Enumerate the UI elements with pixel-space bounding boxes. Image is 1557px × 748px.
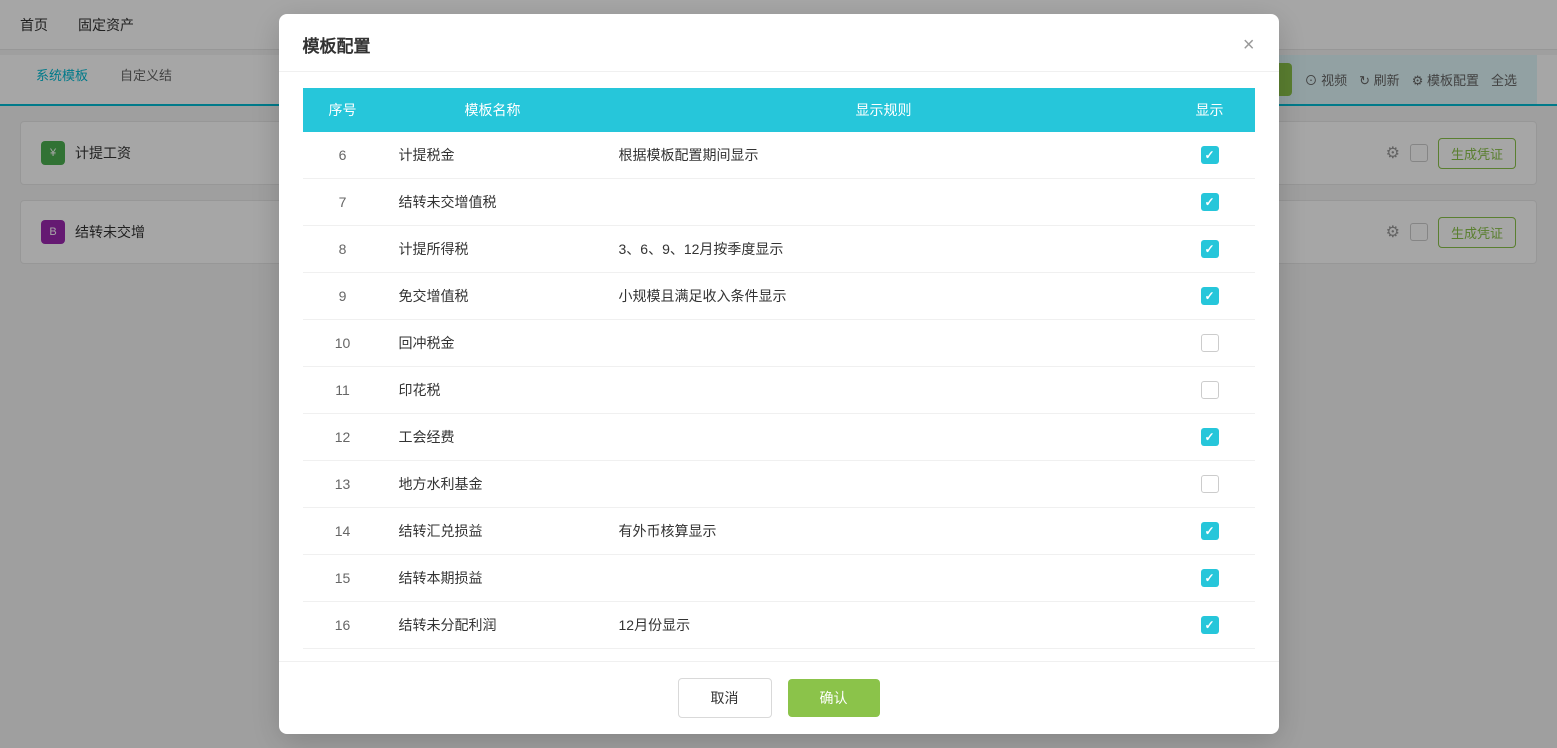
table-row: 9免交增值税小规模且满足收入条件显示 xyxy=(303,273,1255,320)
cell-name: 计提税金 xyxy=(383,132,603,179)
cell-checkbox xyxy=(1165,179,1255,226)
cell-checkbox xyxy=(1165,273,1255,320)
cell-name: 结转未交增值税 xyxy=(383,179,603,226)
cell-no: 6 xyxy=(303,132,383,179)
cell-name: 工会经费 xyxy=(383,414,603,461)
cell-no: 10 xyxy=(303,320,383,367)
cell-checkbox xyxy=(1165,132,1255,179)
cell-rule: 小规模且满足收入条件显示 xyxy=(603,273,1165,320)
cell-no: 9 xyxy=(303,273,383,320)
cell-checkbox xyxy=(1165,461,1255,508)
cell-no: 12 xyxy=(303,414,383,461)
table-row: 16结转未分配利润12月份显示 xyxy=(303,602,1255,649)
confirm-button[interactable]: 确认 xyxy=(788,679,880,717)
cell-name: 地方水利基金 xyxy=(383,461,603,508)
cell-rule xyxy=(603,414,1165,461)
cell-name: 结转未分配利润 xyxy=(383,602,603,649)
modal-footer: 取消 确认 xyxy=(279,661,1279,734)
modal-body: 序号 模板名称 显示规则 显示 6计提税金根据模板配置期间显示7结转未交增值税8… xyxy=(279,72,1279,661)
checkbox-checked[interactable] xyxy=(1201,569,1219,587)
cell-no: 7 xyxy=(303,179,383,226)
modal-overlay: 模板配置 × 序号 模板名称 显示规则 显示 6计提税金根据模板配置期间显示7结… xyxy=(0,0,1557,748)
cell-rule xyxy=(603,367,1165,414)
col-header-name: 模板名称 xyxy=(383,88,603,132)
cell-rule xyxy=(603,461,1165,508)
config-table: 序号 模板名称 显示规则 显示 6计提税金根据模板配置期间显示7结转未交增值税8… xyxy=(303,88,1255,649)
checkbox-unchecked[interactable] xyxy=(1201,381,1219,399)
table-row: 6计提税金根据模板配置期间显示 xyxy=(303,132,1255,179)
cell-rule xyxy=(603,320,1165,367)
modal-title: 模板配置 xyxy=(303,32,371,57)
cell-checkbox xyxy=(1165,602,1255,649)
table-row: 15结转本期损益 xyxy=(303,555,1255,602)
cell-no: 13 xyxy=(303,461,383,508)
cell-name: 印花税 xyxy=(383,367,603,414)
cell-rule: 3、6、9、12月按季度显示 xyxy=(603,226,1165,273)
cell-no: 8 xyxy=(303,226,383,273)
modal-template-config: 模板配置 × 序号 模板名称 显示规则 显示 6计提税金根据模板配置期间显示7结… xyxy=(279,14,1279,734)
cell-rule xyxy=(603,555,1165,602)
cell-name: 结转汇兑损益 xyxy=(383,508,603,555)
cell-checkbox xyxy=(1165,508,1255,555)
cell-name: 回冲税金 xyxy=(383,320,603,367)
checkbox-checked[interactable] xyxy=(1201,428,1219,446)
cell-name: 结转本期损益 xyxy=(383,555,603,602)
checkbox-checked[interactable] xyxy=(1201,287,1219,305)
cell-rule: 有外币核算显示 xyxy=(603,508,1165,555)
col-header-no: 序号 xyxy=(303,88,383,132)
cell-rule: 12月份显示 xyxy=(603,602,1165,649)
checkbox-checked[interactable] xyxy=(1201,522,1219,540)
table-row: 13地方水利基金 xyxy=(303,461,1255,508)
cell-checkbox xyxy=(1165,414,1255,461)
col-header-display: 显示 xyxy=(1165,88,1255,132)
cell-checkbox xyxy=(1165,555,1255,602)
cell-no: 15 xyxy=(303,555,383,602)
checkbox-unchecked[interactable] xyxy=(1201,475,1219,493)
checkbox-unchecked[interactable] xyxy=(1201,334,1219,352)
checkbox-checked[interactable] xyxy=(1201,616,1219,634)
table-row: 10回冲税金 xyxy=(303,320,1255,367)
table-header-row: 序号 模板名称 显示规则 显示 xyxy=(303,88,1255,132)
table-row: 14结转汇兑损益有外币核算显示 xyxy=(303,508,1255,555)
cell-no: 11 xyxy=(303,367,383,414)
cell-rule xyxy=(603,179,1165,226)
modal-header: 模板配置 × xyxy=(279,14,1279,72)
checkbox-checked[interactable] xyxy=(1201,193,1219,211)
table-row: 11印花税 xyxy=(303,367,1255,414)
table-row: 8计提所得税3、6、9、12月按季度显示 xyxy=(303,226,1255,273)
cell-checkbox xyxy=(1165,320,1255,367)
cell-rule: 根据模板配置期间显示 xyxy=(603,132,1165,179)
table-row: 12工会经费 xyxy=(303,414,1255,461)
modal-close-button[interactable]: × xyxy=(1243,35,1255,55)
cell-name: 计提所得税 xyxy=(383,226,603,273)
cell-name: 免交增值税 xyxy=(383,273,603,320)
cell-no: 14 xyxy=(303,508,383,555)
checkbox-checked[interactable] xyxy=(1201,240,1219,258)
checkbox-checked[interactable] xyxy=(1201,146,1219,164)
table-row: 7结转未交增值税 xyxy=(303,179,1255,226)
cell-no: 16 xyxy=(303,602,383,649)
cancel-button[interactable]: 取消 xyxy=(678,678,772,718)
cell-checkbox xyxy=(1165,367,1255,414)
cell-checkbox xyxy=(1165,226,1255,273)
col-header-rule: 显示规则 xyxy=(603,88,1165,132)
